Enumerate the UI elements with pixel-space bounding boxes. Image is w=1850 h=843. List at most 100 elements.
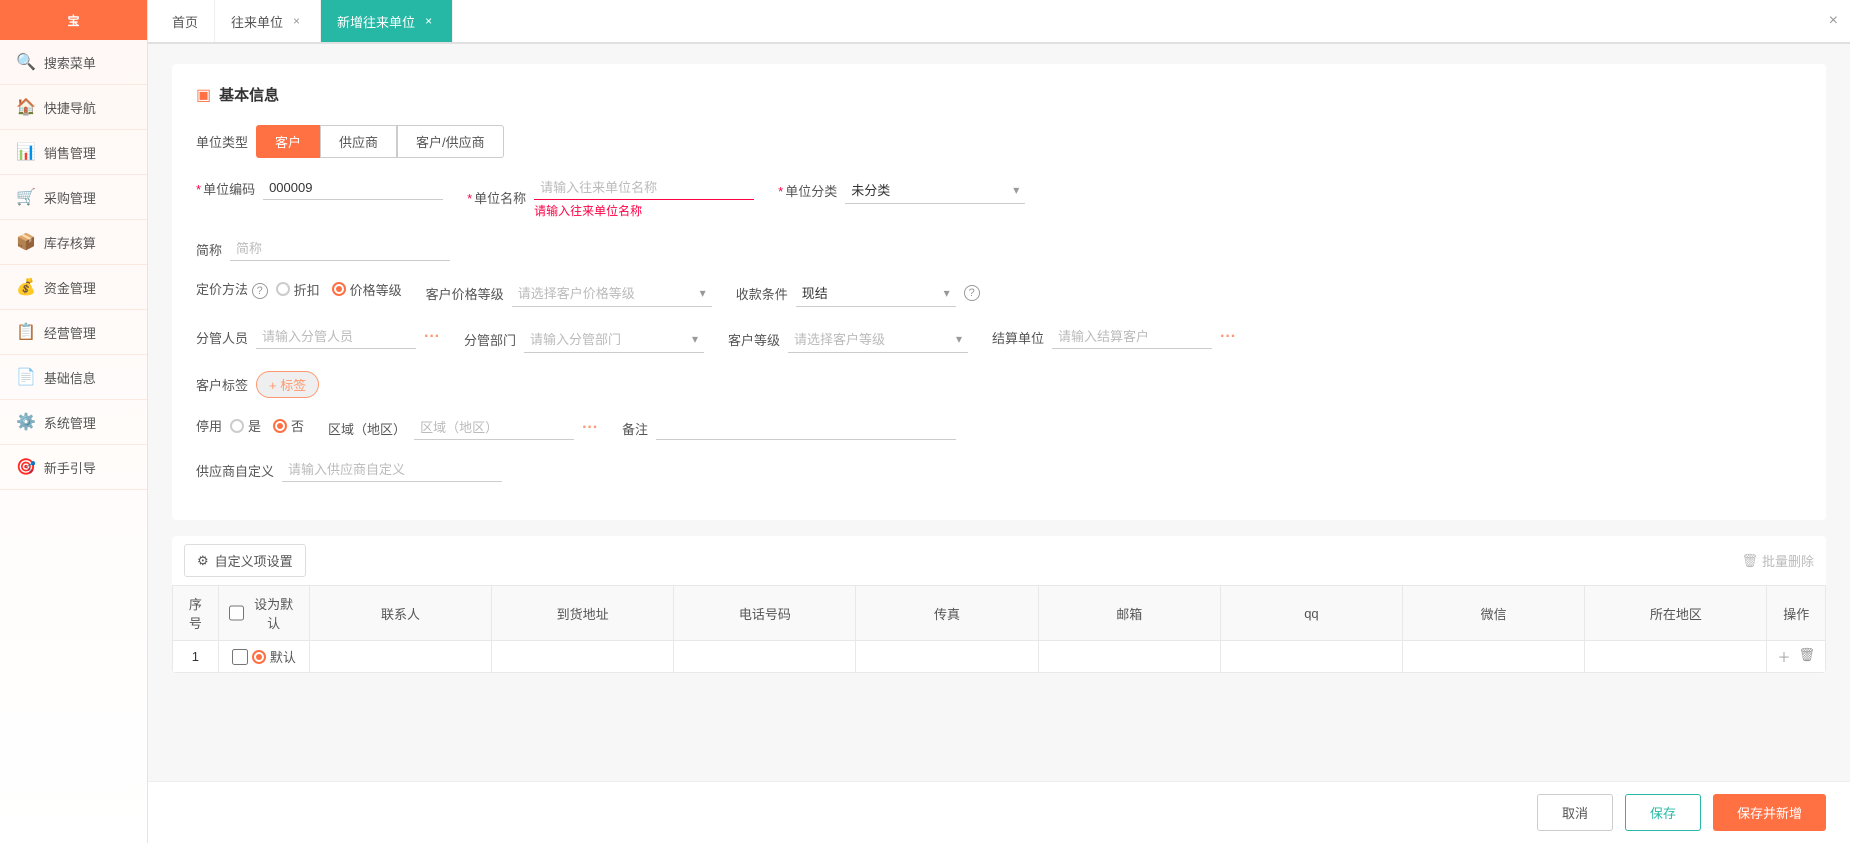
sidebar-item-search[interactable]: 🔍 搜索菜单 (0, 40, 147, 85)
form-row-pricing: 定价方法 ? 折扣 价格等级 客户 (196, 279, 1802, 307)
col-default: 设为默认 (218, 586, 309, 641)
sidebar-item-sales[interactable]: 📊 销售管理 (0, 130, 147, 175)
manager-input[interactable] (256, 325, 416, 349)
unit-code-input[interactable] (263, 176, 443, 200)
region-more-icon[interactable]: ··· (582, 419, 598, 437)
sidebar-item-label: 经营管理 (44, 323, 96, 342)
save-new-button[interactable]: 保存并新增 (1713, 794, 1826, 831)
department-select[interactable]: 请输入分管部门 ▾ (524, 325, 704, 353)
add-row-icon[interactable]: ＋ (1777, 647, 1790, 666)
sidebar-item-label: 销售管理 (44, 143, 96, 162)
customer-level-select[interactable]: 请选择客户等级 ▾ (788, 325, 968, 353)
custom-settings-button[interactable]: ⚙ 自定义项设置 (184, 544, 306, 577)
tab-bar: 首页 往来单位 × 新增往来单位 × × (148, 0, 1850, 44)
sidebar-item-finance[interactable]: 💰 资金管理 (0, 265, 147, 310)
basic-info-icon: 📄 (16, 367, 36, 387)
region-cell-input[interactable] (1595, 649, 1756, 664)
sidebar-item-label: 系统管理 (44, 413, 96, 432)
supplier-custom-field: 供应商自定义 (196, 458, 502, 482)
pricing-help-icon[interactable]: ? (252, 283, 268, 299)
sales-icon: 📊 (16, 142, 36, 162)
tab-home[interactable]: 首页 (156, 0, 215, 42)
tab-new-partner-close[interactable]: × (421, 12, 436, 30)
disabled-radio-yes[interactable]: 是 (230, 416, 261, 435)
abbreviation-input[interactable] (230, 237, 450, 261)
unit-type-label: 单位类型 (196, 132, 248, 151)
cell-seq: 1 (173, 641, 219, 673)
remark-field: 备注 (622, 416, 956, 440)
sidebar-item-system[interactable]: ⚙️ 系统管理 (0, 400, 147, 445)
settlement-unit-input[interactable] (1052, 325, 1212, 349)
save-button[interactable]: 保存 (1625, 794, 1701, 831)
page-content: ▣ 基本信息 单位类型 客户 供应商 客户/供应商 *单位编 (148, 44, 1850, 781)
settlement-more-icon[interactable]: ··· (1220, 328, 1236, 346)
tab-partner[interactable]: 往来单位 × (215, 0, 321, 42)
delete-row-icon[interactable]: 🗑 (1798, 647, 1815, 666)
pricing-radio-discount[interactable]: 折扣 (276, 280, 320, 299)
inventory-icon: 📦 (16, 232, 36, 252)
cell-contact[interactable] (309, 641, 491, 673)
unit-name-field: *单位名称 请输入往来单位名称 (467, 176, 754, 219)
sidebar-item-quick-nav[interactable]: 🏠 快捷导航 (0, 85, 147, 130)
default-radio[interactable]: 默认 (252, 647, 296, 666)
cell-address[interactable] (492, 641, 674, 673)
sidebar-item-label: 快捷导航 (44, 98, 96, 117)
wechat-input[interactable] (1413, 649, 1574, 664)
tab-partner-close[interactable]: × (289, 12, 304, 30)
address-input[interactable] (502, 649, 663, 664)
remark-input[interactable] (656, 416, 956, 440)
disabled-radio-no[interactable]: 否 (273, 416, 304, 435)
system-icon: ⚙️ (16, 412, 36, 432)
select-all-checkbox[interactable] (229, 605, 245, 621)
category-arrow-icon: ▾ (1013, 183, 1019, 197)
sidebar-item-label: 新手引导 (44, 458, 96, 477)
cell-qq[interactable] (1220, 641, 1402, 673)
no-radio-circle (273, 419, 287, 433)
col-fax: 传真 (856, 586, 1038, 641)
unit-category-select[interactable]: 未分类 ▾ (845, 176, 1025, 204)
pricing-radio-level[interactable]: 价格等级 (332, 280, 402, 299)
unit-type-btn-customer[interactable]: 客户 (256, 125, 320, 158)
row-checkbox[interactable] (232, 649, 248, 665)
settlement-unit-field: 结算单位 ··· (992, 325, 1236, 349)
sidebar-item-label: 搜索菜单 (44, 53, 96, 72)
payment-help-icon[interactable]: ? (964, 285, 980, 301)
region-input[interactable] (414, 416, 574, 440)
sidebar-item-basic-info[interactable]: 📄 基础信息 (0, 355, 147, 400)
unit-type-btn-both[interactable]: 客户/供应商 (397, 125, 504, 158)
unit-type-btn-supplier[interactable]: 供应商 (320, 125, 397, 158)
yes-radio-circle (230, 419, 244, 433)
payment-terms-label: 收款条件 (736, 284, 788, 303)
phone-input[interactable] (684, 649, 845, 664)
unit-code-label: *单位编码 (196, 179, 255, 198)
window-close-icon[interactable]: × (1829, 12, 1838, 30)
sidebar-item-inventory[interactable]: 📦 库存核算 (0, 220, 147, 265)
cell-wechat[interactable] (1403, 641, 1585, 673)
tab-new-partner[interactable]: 新增往来单位 × (321, 0, 453, 42)
fax-input[interactable] (866, 649, 1027, 664)
manager-more-icon[interactable]: ··· (424, 328, 440, 346)
unit-name-input[interactable] (534, 176, 754, 200)
row-actions: ＋ 🗑 (1777, 647, 1815, 666)
sidebar-item-purchase[interactable]: 🛒 采购管理 (0, 175, 147, 220)
cell-phone[interactable] (674, 641, 856, 673)
contact-input[interactable] (320, 649, 481, 664)
cell-fax[interactable] (856, 641, 1038, 673)
sidebar-item-guide[interactable]: 🎯 新手引导 (0, 445, 147, 490)
qq-input[interactable] (1231, 649, 1392, 664)
batch-delete-button[interactable]: 🗑 批量删除 (1741, 551, 1814, 570)
default-radio-circle (252, 650, 266, 664)
customer-price-select[interactable]: 请选择客户价格等级 ▾ (512, 279, 712, 307)
cell-region[interactable] (1585, 641, 1767, 673)
cancel-button[interactable]: 取消 (1537, 794, 1613, 831)
supplier-custom-input[interactable] (282, 458, 502, 482)
manager-label: 分管人员 (196, 328, 248, 347)
sidebar-item-operation[interactable]: 📋 经营管理 (0, 310, 147, 355)
customer-price-field: 客户价格等级 请选择客户价格等级 ▾ (426, 279, 712, 307)
contacts-table: 序号 设为默认 联系人 到货地址 电话号码 传真 邮箱 qq (172, 585, 1826, 673)
cust-level-arrow-icon: ▾ (956, 332, 962, 346)
email-input[interactable] (1049, 649, 1210, 664)
cell-email[interactable] (1038, 641, 1220, 673)
add-tag-button[interactable]: + 标签 (256, 371, 319, 398)
payment-terms-select[interactable]: 现结 ▾ (796, 279, 956, 307)
